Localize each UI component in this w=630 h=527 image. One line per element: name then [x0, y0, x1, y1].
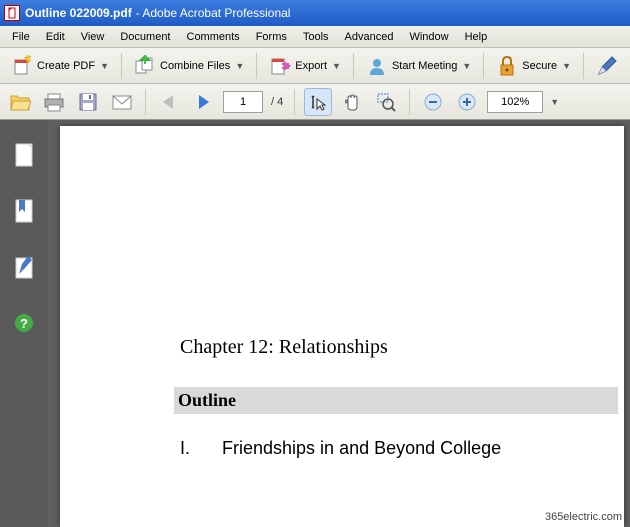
export-icon [269, 55, 291, 77]
menu-file[interactable]: File [4, 28, 38, 46]
email-button[interactable] [108, 88, 136, 116]
next-page-button[interactable] [189, 88, 217, 116]
menu-advanced[interactable]: Advanced [337, 28, 402, 46]
toolbar-separator [256, 53, 257, 79]
save-button[interactable] [74, 88, 102, 116]
chevron-down-icon: ▼ [235, 61, 244, 71]
outline-item-marker: I. [180, 438, 190, 459]
toolbar-separator [121, 53, 122, 79]
zoom-out-button[interactable] [419, 88, 447, 116]
navigation-toolbar: / 4 ▼ [0, 84, 630, 120]
main-toolbar: Create PDF ▼ Combine Files ▼ Export ▼ St… [0, 48, 630, 84]
marquee-zoom-button[interactable] [372, 88, 400, 116]
print-button[interactable] [40, 88, 68, 116]
lock-icon [496, 55, 518, 77]
title-bar: Outline 022009.pdf - Adobe Acrobat Profe… [0, 0, 630, 26]
page-total-label: / 4 [271, 96, 283, 108]
sign-button[interactable] [591, 52, 623, 80]
outline-item: I. Friendships in and Beyond College [180, 438, 612, 459]
navigation-panel: ? [0, 120, 48, 527]
chevron-down-icon: ▼ [100, 61, 109, 71]
open-button[interactable] [6, 88, 34, 116]
toolbar-separator [409, 89, 410, 115]
help-panel-button[interactable]: ? [9, 308, 39, 338]
pages-panel-button[interactable] [9, 140, 39, 170]
chevron-down-icon: ▼ [462, 61, 471, 71]
window-title-file: Outline 022009.pdf [25, 6, 132, 20]
pdf-page: Chapter 12: Relationships Outline I. Fri… [60, 126, 624, 527]
start-meeting-button[interactable]: Start Meeting ▼ [361, 52, 476, 80]
menu-comments[interactable]: Comments [179, 28, 248, 46]
menu-edit[interactable]: Edit [38, 28, 73, 46]
toolbar-separator [353, 53, 354, 79]
document-viewport[interactable]: Chapter 12: Relationships Outline I. Fri… [48, 120, 630, 527]
menu-forms[interactable]: Forms [248, 28, 295, 46]
app-icon [4, 5, 20, 21]
menu-document[interactable]: Document [112, 28, 178, 46]
chevron-down-icon[interactable]: ▼ [550, 97, 559, 107]
export-label: Export [295, 60, 327, 72]
secure-button[interactable]: Secure ▼ [491, 52, 576, 80]
toolbar-separator [294, 89, 295, 115]
create-pdf-label: Create PDF [37, 60, 95, 72]
menu-view[interactable]: View [73, 28, 113, 46]
create-pdf-button[interactable]: Create PDF ▼ [6, 52, 114, 80]
menu-tools[interactable]: Tools [295, 28, 337, 46]
svg-text:?: ? [20, 316, 28, 331]
combine-files-label: Combine Files [160, 60, 230, 72]
outline-item-text: Friendships in and Beyond College [222, 438, 501, 459]
start-meeting-icon [366, 55, 388, 77]
chevron-down-icon: ▼ [332, 61, 341, 71]
workspace: ? Chapter 12: Relationships Outline I. F… [0, 120, 630, 527]
toolbar-separator [483, 53, 484, 79]
start-meeting-label: Start Meeting [392, 60, 457, 72]
pen-icon [596, 55, 618, 77]
watermark: 365electric.com [545, 511, 622, 523]
chapter-heading: Chapter 12: Relationships [180, 336, 612, 359]
page-number-input[interactable] [223, 91, 263, 113]
signatures-panel-button[interactable] [9, 252, 39, 282]
toolbar-separator [583, 53, 584, 79]
zoom-in-button[interactable] [453, 88, 481, 116]
toolbar-separator [145, 89, 146, 115]
chevron-down-icon: ▼ [562, 61, 571, 71]
prev-page-button[interactable] [155, 88, 183, 116]
combine-files-button[interactable]: Combine Files ▼ [129, 52, 249, 80]
hand-tool-button[interactable] [338, 88, 366, 116]
export-button[interactable]: Export ▼ [264, 52, 346, 80]
window-title-app: - Adobe Acrobat Professional [136, 6, 291, 20]
combine-files-icon [134, 55, 156, 77]
bookmarks-panel-button[interactable] [9, 196, 39, 226]
outline-heading: Outline [174, 387, 618, 414]
zoom-input[interactable] [487, 91, 543, 113]
secure-label: Secure [522, 60, 557, 72]
menu-bar: File Edit View Document Comments Forms T… [0, 26, 630, 48]
menu-help[interactable]: Help [457, 28, 496, 46]
menu-window[interactable]: Window [401, 28, 456, 46]
select-tool-button[interactable] [304, 88, 332, 116]
create-pdf-icon [11, 55, 33, 77]
